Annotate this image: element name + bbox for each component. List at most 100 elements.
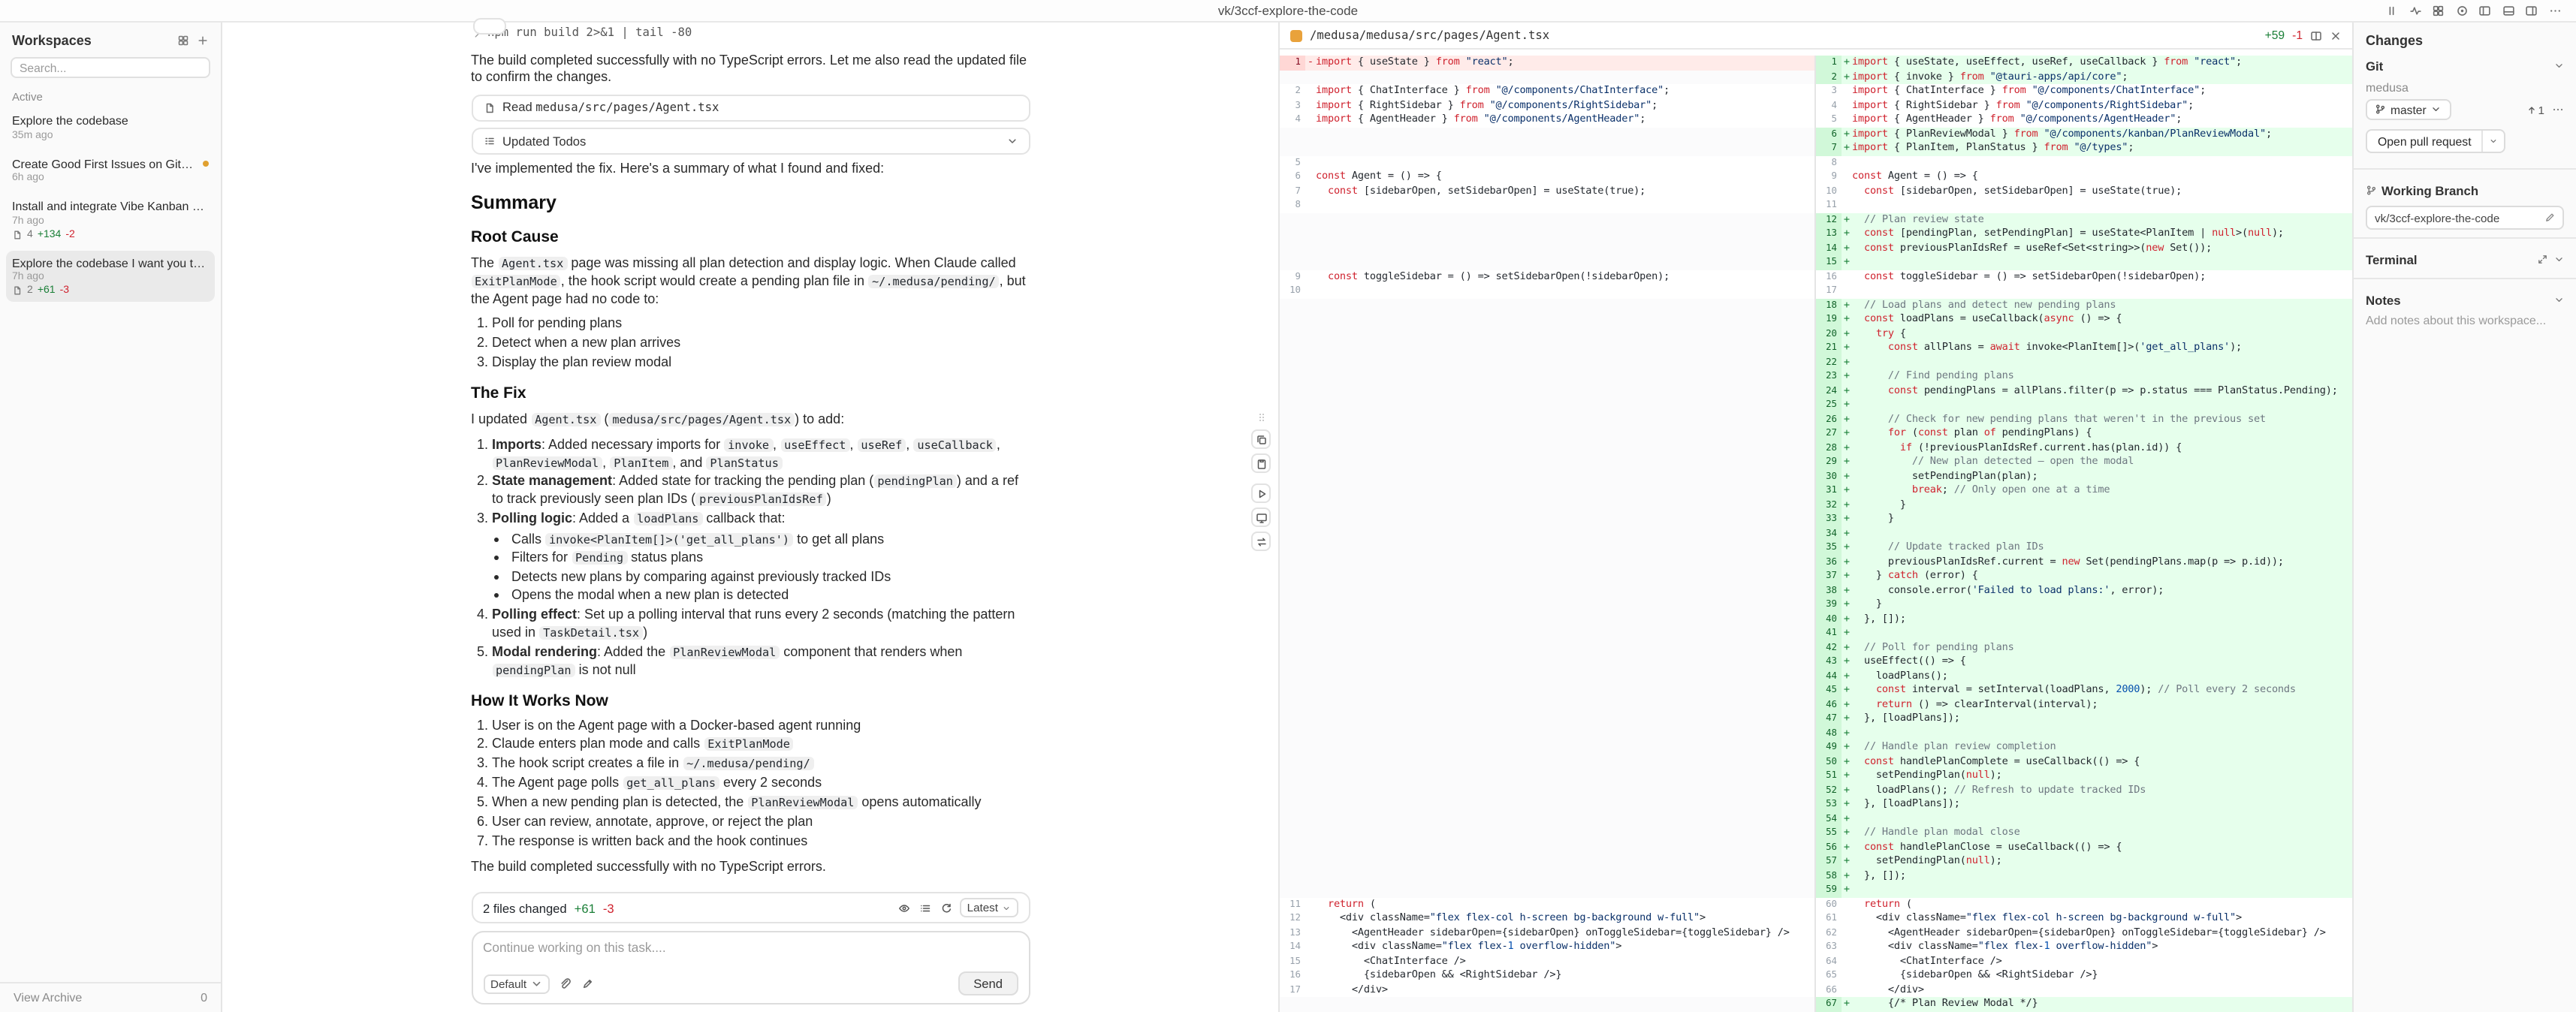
chat-float-toolbar xyxy=(1251,410,1271,551)
bash-command-row[interactable]: npm run build 2>&1 | tail -80 xyxy=(471,26,1030,41)
diff-row: 58 xyxy=(1280,155,2352,170)
diff-row: 28+ if (!previousPlanIdsRef.current.has(… xyxy=(1280,441,2352,455)
activity-icon[interactable] xyxy=(2409,5,2421,17)
diff-file-path: /medusa/medusa/src/pages/Agent.tsx xyxy=(1310,29,1549,42)
diff-row: 54+ xyxy=(1280,812,2352,826)
diff-header: /medusa/medusa/src/pages/Agent.tsx +59 -… xyxy=(1280,23,2352,50)
more-icon[interactable] xyxy=(2548,5,2561,17)
diff-badge: 2+61-3 xyxy=(12,285,209,296)
more-actions-icon[interactable] xyxy=(2552,104,2564,116)
layout-icon[interactable] xyxy=(177,35,189,47)
open-pr-button[interactable]: Open pull request xyxy=(2366,129,2506,153)
copy-icon[interactable] xyxy=(1251,429,1271,449)
assistant-paragraph: The Agent.tsx page was missing all plan … xyxy=(471,255,1030,309)
workspace-item[interactable]: Explore the codebase I want you to ex...… xyxy=(6,250,215,302)
section-heading: Root Cause xyxy=(471,228,1030,249)
diff-row: 31+ break; // Only open one at a time xyxy=(1280,483,2352,498)
ordered-list: User is on the Agent page with a Docker-… xyxy=(471,717,1030,851)
diff-row: 38+ console.error('Failed to load plans:… xyxy=(1280,583,2352,598)
search-input[interactable] xyxy=(20,61,201,74)
chevron-down-icon xyxy=(2553,255,2564,266)
diff-panel: /medusa/medusa/src/pages/Agent.tsx +59 -… xyxy=(1280,23,2352,1012)
workspace-item[interactable]: Install and integrate Vibe Kanban Web...… xyxy=(6,194,215,245)
diff-row: 48+ xyxy=(1280,726,2352,740)
list-item: Poll for pending plans xyxy=(492,316,1030,334)
list-item: State management: Added state for tracki… xyxy=(492,474,1030,510)
close-diff-icon[interactable] xyxy=(2330,29,2342,41)
play-icon[interactable] xyxy=(1251,483,1271,503)
workspace-list: Explore the codebase35m ago Create Good F… xyxy=(0,108,221,982)
edit-icon[interactable] xyxy=(2544,212,2555,224)
notes-section-header[interactable]: Notes xyxy=(2366,287,2564,311)
working-branch-icon xyxy=(2366,185,2377,197)
monitor-icon[interactable] xyxy=(1251,508,1271,527)
chat-scroll-area[interactable]: npm run build 2>&1 | tail -80 The build c… xyxy=(222,23,1278,883)
git-sidebar: Changes Git medusa master 1 xyxy=(2352,23,2576,1012)
chevron-down-icon xyxy=(2553,295,2564,306)
workspace-item[interactable]: Create Good First Issues on Github So ..… xyxy=(6,151,215,189)
panel-right-icon[interactable] xyxy=(2525,5,2538,17)
clipped-tool-box xyxy=(473,18,506,35)
panel-bottom-icon[interactable] xyxy=(2502,5,2514,17)
modified-file-icon xyxy=(1290,29,1302,41)
new-workspace-icon[interactable] xyxy=(197,35,209,47)
list-item: User can review, annotate, approve, or r… xyxy=(492,814,1030,832)
diff-row: 2import { ChatInterface } from "@/compon… xyxy=(1280,84,2352,98)
workspaces-header: Workspaces xyxy=(0,23,221,54)
notes-placeholder[interactable]: Add notes about this workspace... xyxy=(2366,311,2564,330)
clipboard-icon[interactable] xyxy=(1251,453,1271,473)
composer-placeholder[interactable]: Continue working on this task.... xyxy=(483,940,1018,958)
pen-icon[interactable] xyxy=(581,977,593,990)
tool-call-box[interactable]: Updated Todos xyxy=(471,128,1030,155)
latest-dropdown[interactable]: Latest xyxy=(960,898,1018,917)
eye-icon[interactable] xyxy=(898,902,910,914)
record-icon[interactable] xyxy=(2455,5,2468,17)
chat-bottom-area: 2 files changed +61 -3 Latest Continue w… xyxy=(471,883,1030,1012)
list-item: The response is written back and the hoo… xyxy=(492,833,1030,851)
expand-icon[interactable] xyxy=(2537,255,2548,266)
chevron-down-icon xyxy=(2490,137,2499,146)
bash-command: npm run build 2>&1 | tail -80 xyxy=(487,26,692,41)
panel-left-icon[interactable] xyxy=(2478,5,2491,17)
diff-body[interactable]: 1-import { useState } from "react";1+imp… xyxy=(1280,50,2352,1012)
tool-call-box[interactable]: Read medusa/src/pages/Agent.tsx xyxy=(471,95,1030,122)
diff-row: 21+ const allPlans = await invoke<PlanIt… xyxy=(1280,341,2352,355)
view-archive-link[interactable]: View Archive xyxy=(14,991,201,1004)
diff-row: 11 return (60 return ( xyxy=(1280,897,2352,911)
diff-row: 29+ // New plan detected — open the moda… xyxy=(1280,455,2352,469)
git-section-header[interactable]: Git xyxy=(2366,53,2564,77)
arrow-up-icon xyxy=(2526,104,2537,115)
titlebar-icons xyxy=(2385,0,2561,21)
working-branch-input[interactable]: vk/3ccf-explore-the-code xyxy=(2366,206,2564,230)
mode-dropdown[interactable]: Default xyxy=(483,974,550,993)
grid-icon[interactable] xyxy=(2432,5,2445,17)
list-icon[interactable] xyxy=(919,902,931,914)
terminal-section-header[interactable]: Terminal xyxy=(2366,246,2564,270)
list-item: Claude enters plan mode and calls ExitPl… xyxy=(492,736,1030,754)
diff-row: 26+ // Check for new pending plans that … xyxy=(1280,412,2352,426)
split-view-icon[interactable] xyxy=(2310,29,2322,41)
chevron-down-icon xyxy=(2431,104,2442,116)
assistant-paragraph: The build completed successfully with no… xyxy=(471,52,1030,88)
branch-selector[interactable]: master xyxy=(2366,99,2451,120)
workspace-search[interactable] xyxy=(11,57,210,78)
diff-row: 1-import { useState } from "react";1+imp… xyxy=(1280,56,2352,70)
diff-row: 32+ } xyxy=(1280,498,2352,512)
diff-row: 1017 xyxy=(1280,284,2352,298)
workspace-item[interactable]: Explore the codebase35m ago xyxy=(6,108,215,146)
send-button[interactable]: Send xyxy=(958,971,1018,995)
composer[interactable]: Continue working on this task.... Defaul… xyxy=(471,931,1030,1004)
branch-row: master 1 xyxy=(2366,99,2564,120)
chevron-down-icon xyxy=(1006,135,1018,147)
attach-icon[interactable] xyxy=(559,977,572,990)
diff-row: 59+ xyxy=(1280,883,2352,897)
pause-icon[interactable] xyxy=(2385,5,2398,17)
compare-icon[interactable] xyxy=(1251,532,1271,551)
section-heading: The Fix xyxy=(471,384,1030,405)
todos-icon xyxy=(483,135,495,147)
workspace-time: 6h ago xyxy=(12,173,209,183)
section-heading: How It Works Now xyxy=(471,691,1030,712)
diff-row: 6const Agent = () => {9const Agent = () … xyxy=(1280,170,2352,184)
refresh-icon[interactable] xyxy=(940,902,952,914)
list-item: Display the plan review modal xyxy=(492,354,1030,372)
